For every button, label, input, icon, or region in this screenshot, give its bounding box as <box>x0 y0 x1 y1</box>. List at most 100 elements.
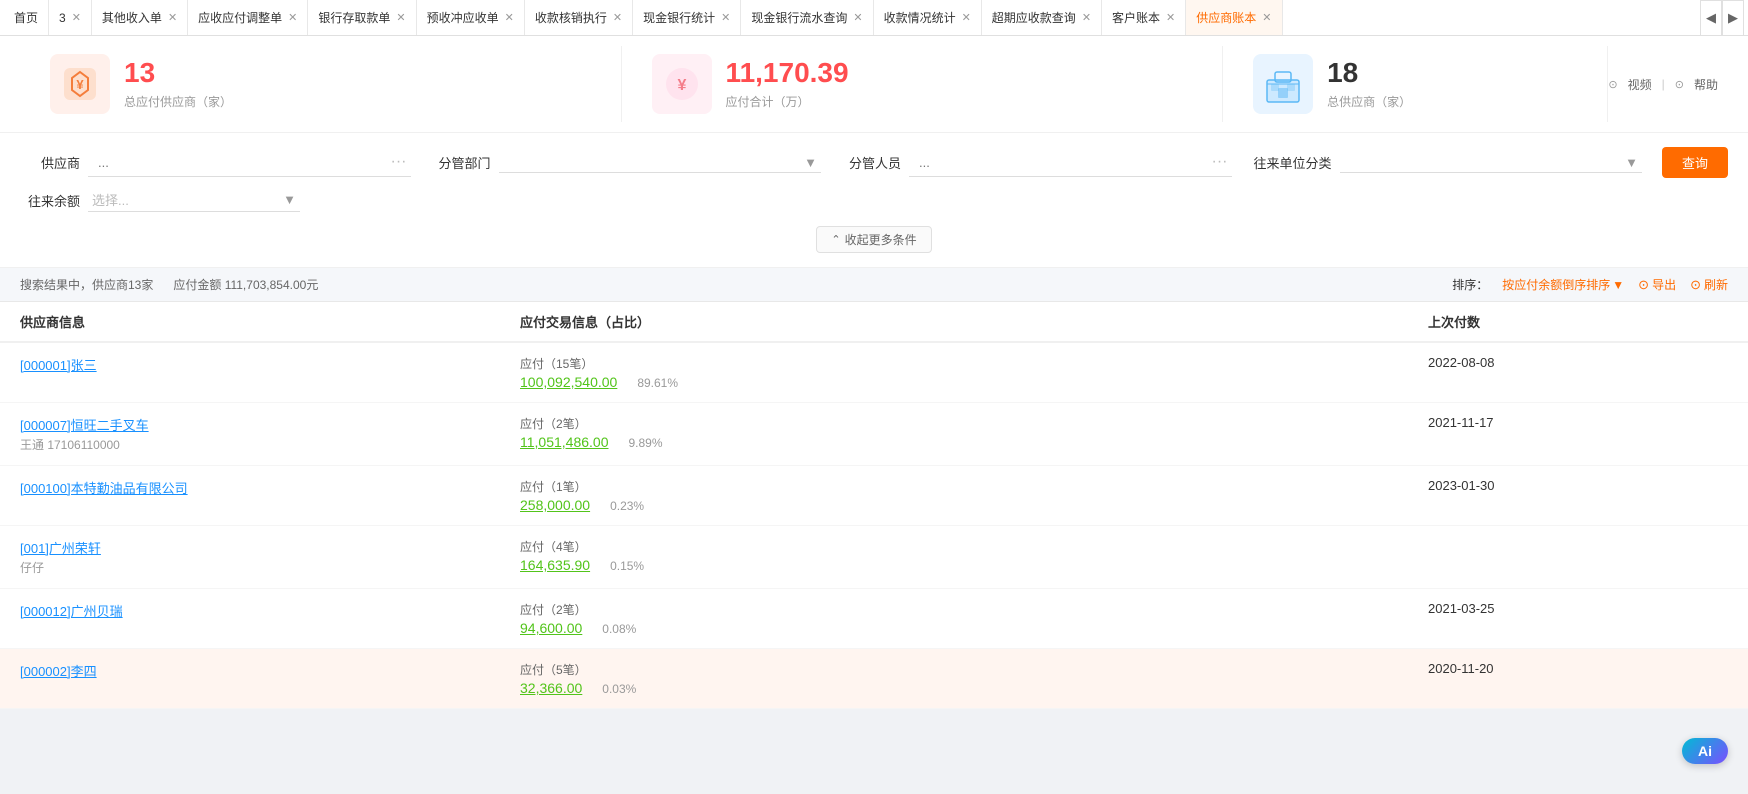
table-container: 供应商信息 应付交易信息（占比） 上次付数 [000001]张三 应付（15笔）… <box>0 302 1748 709</box>
txn-amount[interactable]: 94,600.00 <box>520 620 582 636</box>
nav-tab-home[interactable]: 首页 <box>4 0 49 36</box>
nav-tab-adjust-close[interactable]: ✕ <box>288 11 297 24</box>
supplier-name-link[interactable]: [000001]张三 <box>20 355 520 374</box>
txn-row: 11,051,486.00 9.89% <box>520 432 1428 450</box>
results-amount: 应付金额 111,703,854.00元 <box>173 276 318 293</box>
results-bar-left: 搜索结果中，供应商13家 应付金额 111,703,854.00元 <box>20 276 318 293</box>
txn-amount[interactable]: 258,000.00 <box>520 497 590 513</box>
collapse-label: 收起更多条件 <box>845 231 917 248</box>
summary-card-amount-info: 11,170.39 应付合计（万） <box>726 58 849 110</box>
filter-item-dept: 分管部门 ▼ <box>431 153 822 173</box>
nav-arrow-right[interactable]: ▶ <box>1722 0 1744 36</box>
table-header: 供应商信息 应付交易信息（占比） 上次付数 <box>0 302 1748 343</box>
supplier-name-link[interactable]: [000007]恒旺二手叉车 <box>20 415 520 434</box>
nav-tab-pre-recv[interactable]: 预收冲应收单 ✕ <box>417 0 525 36</box>
table-row: [000100]本特勤油品有限公司 应付（1笔） 258,000.00 0.23… <box>0 466 1748 526</box>
amount-label: 应付合计（万） <box>726 93 849 110</box>
nav-tab-bank-label: 银行存取款单 <box>318 9 390 26</box>
search-button[interactable]: 查询 <box>1662 147 1728 178</box>
summary-card-supplier-info: 18 总供应商（家） <box>1327 58 1411 110</box>
nav-tab-3-close[interactable]: ✕ <box>72 11 81 24</box>
nav-tab-3[interactable]: 3 ✕ <box>49 0 92 36</box>
nav-tab-supplier-book-close[interactable]: ✕ <box>1262 11 1271 24</box>
nav-arrow-left[interactable]: ◀ <box>1700 0 1722 36</box>
supplier-name-link[interactable]: [000012]广州贝瑞 <box>20 601 520 620</box>
nav-tab-other-income-close[interactable]: ✕ <box>168 11 177 24</box>
supplier-name-link[interactable]: [000100]本特勤油品有限公司 <box>20 478 520 497</box>
table-rows: [000001]张三 应付（15笔） 100,092,540.00 89.61%… <box>0 343 1748 709</box>
supplier-name-link[interactable]: [000002]李四 <box>20 661 520 680</box>
nav-tab-cust-book-close[interactable]: ✕ <box>1166 11 1175 24</box>
txn-amount[interactable]: 164,635.90 <box>520 557 590 573</box>
nav-tab-supplier-book[interactable]: 供应商账本 ✕ <box>1186 0 1282 36</box>
table-row: [001]广州荣轩 仔仔 应付（4笔） 164,635.90 0.15% <box>0 526 1748 589</box>
nav-tab-bank[interactable]: 银行存取款单 ✕ <box>308 0 416 36</box>
supplier-sub: 王通 17106110000 <box>20 436 520 453</box>
ai-badge[interactable]: Ai <box>1682 738 1728 764</box>
dept-filter-select[interactable]: ▼ <box>499 153 822 173</box>
nav-tab-cash-stat-label: 现金银行统计 <box>643 9 715 26</box>
nav-tab-adjust[interactable]: 应收应付调整单 ✕ <box>188 0 308 36</box>
category-dropdown-icon: ▼ <box>1625 155 1638 170</box>
txn-label: 应付（2笔） <box>520 601 1428 618</box>
summary-card-supplier: 18 总供应商（家） <box>1223 46 1608 122</box>
nav-tab-recv-stat-label: 收款情况统计 <box>884 9 956 26</box>
nav-tab-cust-book[interactable]: 客户账本 ✕ <box>1102 0 1186 36</box>
txn-pct: 0.08% <box>602 622 636 636</box>
supplier-cell: [000012]广州贝瑞 <box>20 601 520 620</box>
nav-tab-pre-recv-close[interactable]: ✕ <box>505 11 514 24</box>
video-link[interactable]: 视频 <box>1628 76 1652 93</box>
txn-cell: 应付（1笔） 258,000.00 0.23% <box>520 478 1428 513</box>
txn-amount[interactable]: 32,366.00 <box>520 680 582 696</box>
nav-tab-recv-stat[interactable]: 收款情况统计 ✕ <box>874 0 982 36</box>
supplier-filter-label: 供应商 <box>20 153 80 172</box>
nav-tab-cash-flow-close[interactable]: ✕ <box>853 11 862 24</box>
nav-tab-other-income-label: 其他收入单 <box>102 9 162 26</box>
balance-filter-select[interactable]: 选择... ▼ <box>88 188 300 212</box>
nav-tab-recv-exec-close[interactable]: ✕ <box>613 11 622 24</box>
nav-tab-bank-close[interactable]: ✕ <box>396 11 405 24</box>
nav-tab-cust-book-label: 客户账本 <box>1112 9 1160 26</box>
supplier-cell: [000007]恒旺二手叉车 王通 17106110000 <box>20 415 520 453</box>
txn-amount[interactable]: 11,051,486.00 <box>520 434 609 450</box>
txn-amount[interactable]: 100,092,540.00 <box>520 374 617 390</box>
nav-tab-pre-recv-label: 预收冲应收单 <box>427 9 499 26</box>
sort-value: 按应付余额倒序排序 <box>1502 276 1610 293</box>
supplier-cell: [000002]李四 <box>20 661 520 680</box>
nav-tab-home-label: 首页 <box>14 9 38 26</box>
top-right-links: ⊙ 视频 | ⊙ 帮助 <box>1608 76 1728 93</box>
txn-label: 应付（4笔） <box>520 538 1428 555</box>
svg-text:¥: ¥ <box>76 77 84 92</box>
collapse-icon: ⌃ <box>831 233 840 246</box>
summary-card-amount: ¥ 11,170.39 应付合计（万） <box>622 46 1224 122</box>
nav-tab-cash-stat[interactable]: 现金银行统计 ✕ <box>633 0 741 36</box>
nav-tab-overdue-close[interactable]: ✕ <box>1082 11 1091 24</box>
category-filter-select[interactable]: ▼ <box>1340 153 1643 173</box>
nav-tab-other-income[interactable]: 其他收入单 ✕ <box>92 0 188 36</box>
nav-tab-recv-exec[interactable]: 收款核销执行 ✕ <box>525 0 633 36</box>
sort-select[interactable]: 按应付余额倒序排序 ▼ <box>1502 276 1624 293</box>
person-filter-label: 分管人员 <box>841 153 901 172</box>
results-summary: 搜索结果中，供应商13家 <box>20 276 153 293</box>
supplier-filter-input[interactable] <box>92 151 391 174</box>
nav-tab-cash-flow[interactable]: 现金银行流水查询 ✕ <box>741 0 873 36</box>
sort-dropdown-icon: ▼ <box>1612 278 1624 292</box>
help-link[interactable]: 帮助 <box>1694 76 1718 93</box>
txn-cell: 应付（4笔） 164,635.90 0.15% <box>520 538 1428 573</box>
person-filter-input[interactable] <box>913 151 1212 174</box>
txn-pct: 0.23% <box>610 499 644 513</box>
col-header-txn: 应付交易信息（占比） <box>520 312 1428 331</box>
refresh-button[interactable]: ⊙ 刷新 <box>1690 276 1728 293</box>
category-filter-label: 往来单位分类 <box>1252 153 1332 172</box>
nav-tab-overdue[interactable]: 超期应收款查询 ✕ <box>982 0 1102 36</box>
collapse-button[interactable]: ⌃ 收起更多条件 <box>816 226 931 253</box>
filter-item-supplier: 供应商 ··· <box>20 149 411 177</box>
table-row: [000002]李四 应付（5笔） 32,366.00 0.03% 2020-1… <box>0 649 1748 709</box>
nav-tab-recv-stat-close[interactable]: ✕ <box>962 11 971 24</box>
supplier-name-link[interactable]: [001]广州荣轩 <box>20 538 520 557</box>
dept-filter-label: 分管部门 <box>431 153 491 172</box>
filter-item-category: 往来单位分类 ▼ <box>1252 153 1643 173</box>
last-pay-cell: 2022-08-08 <box>1428 355 1728 370</box>
export-button[interactable]: ⊙ 导出 <box>1638 276 1676 293</box>
nav-tab-cash-stat-close[interactable]: ✕ <box>721 11 730 24</box>
